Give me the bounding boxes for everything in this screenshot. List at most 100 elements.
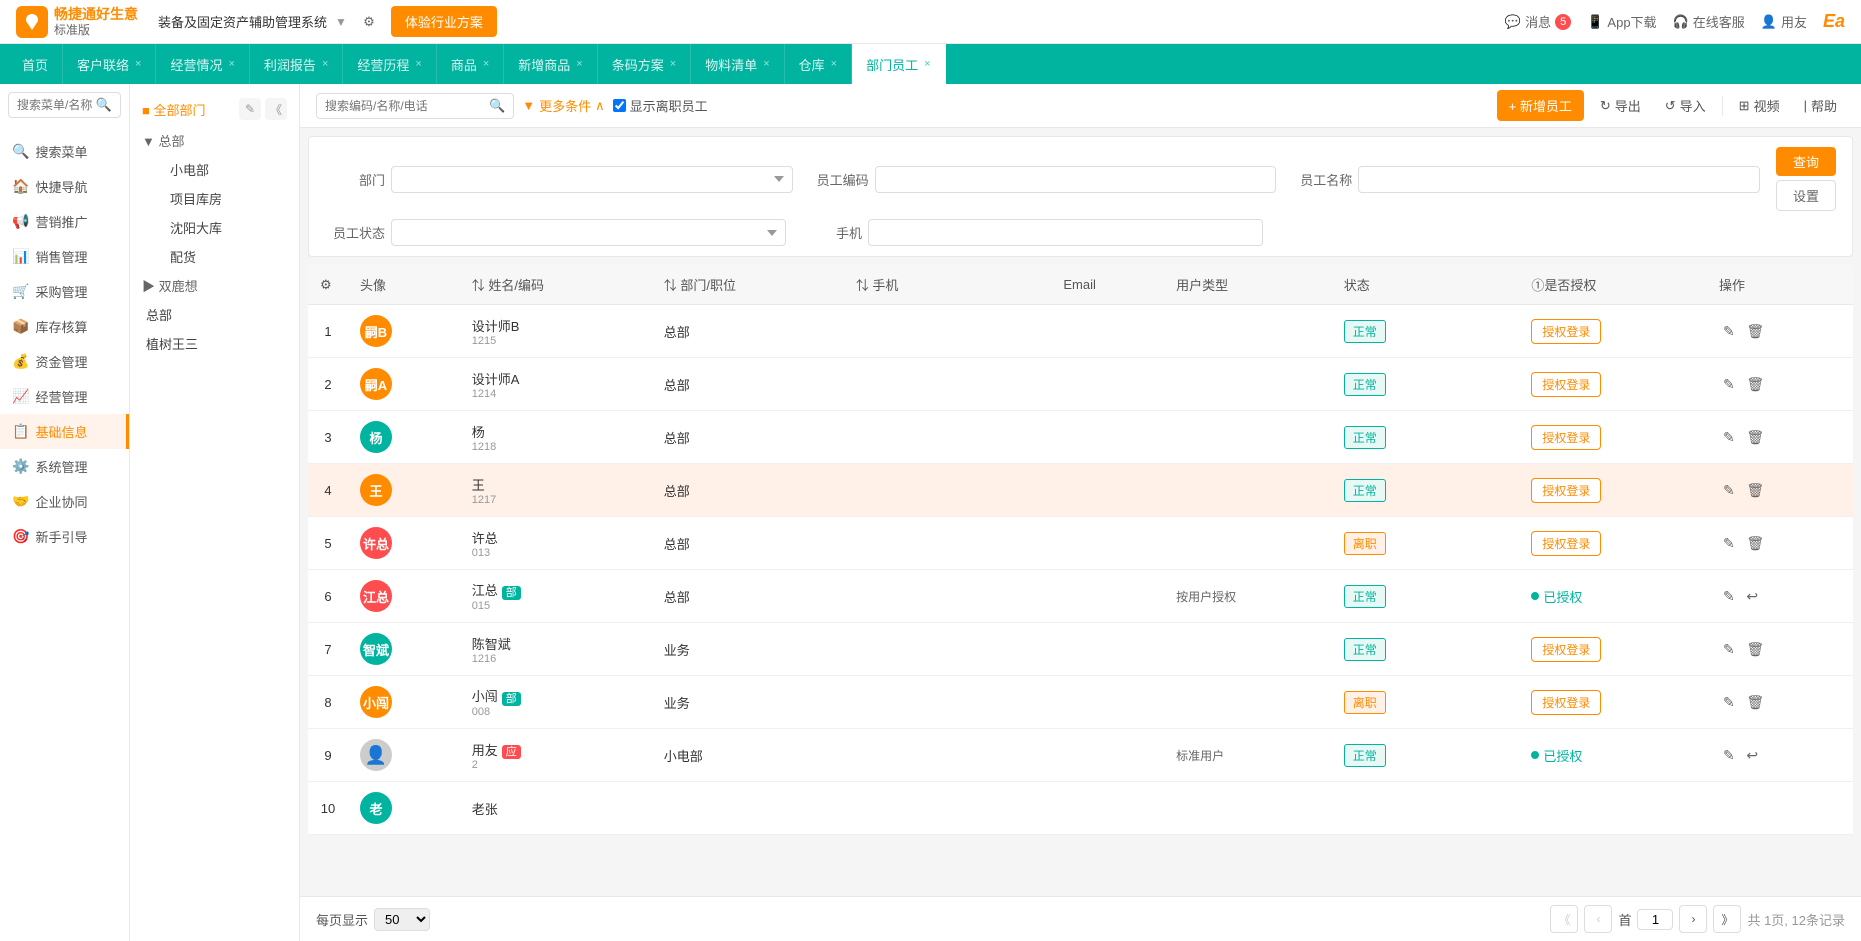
phone-input[interactable] xyxy=(868,219,1263,246)
sidebar-item-operations[interactable]: 📈经营管理 xyxy=(0,379,129,414)
app-download-btn[interactable]: 📱 App下载 xyxy=(1587,12,1656,31)
delete-btn[interactable]: ↩ xyxy=(1742,745,1762,766)
tree-item-zongbu[interactable]: 总部 xyxy=(130,300,299,329)
employee-search-box[interactable]: 🔍 xyxy=(316,93,514,119)
show-resigned-checkbox[interactable]: 显示离职员工 xyxy=(613,96,708,115)
edit-btn[interactable]: ✎ xyxy=(1719,427,1739,448)
nav-tab-barcode[interactable]: 条码方案 × xyxy=(598,44,691,84)
delete-btn[interactable]: ↩ xyxy=(1742,586,1762,607)
auth-login-btn[interactable]: 授权登录 xyxy=(1531,319,1601,344)
sidebar-item-collab[interactable]: 🤝企业协同 xyxy=(0,484,129,519)
show-resigned-input[interactable] xyxy=(613,99,626,112)
tree-item-shenyang[interactable]: 沈阳大库 xyxy=(154,213,299,242)
col-dept[interactable]: ⇅ 部门/职位 xyxy=(652,265,844,305)
sidebar-item-finance[interactable]: 💰资金管理 xyxy=(0,344,129,379)
edit-btn[interactable]: ✎ xyxy=(1719,480,1739,501)
service-icon: 🎧 xyxy=(1673,14,1689,30)
online-service-btn[interactable]: 🎧 在线客服 xyxy=(1673,12,1745,31)
brand-logo: 畅捷通好生意 标准版 xyxy=(16,5,138,39)
tree-collapse-icon[interactable]: 《 xyxy=(265,98,287,120)
prev-page-btn[interactable]: ‹ xyxy=(1584,905,1612,933)
col-name[interactable]: ⇅ 姓名/编码 xyxy=(460,265,652,305)
status-select[interactable] xyxy=(391,219,786,246)
nav-tab-operation[interactable]: 经营情况 × xyxy=(156,44,249,84)
total-info: 共 1页, 12条记录 xyxy=(1747,910,1845,929)
edit-btn[interactable]: ✎ xyxy=(1719,745,1739,766)
messages-btn[interactable]: 💬 消息 5 xyxy=(1505,12,1571,31)
sidebar-search-input[interactable] xyxy=(17,98,92,112)
tree-item-zhishu[interactable]: 植树王三 xyxy=(130,329,299,358)
edit-btn[interactable]: ✎ xyxy=(1719,692,1739,713)
more-conditions-btn[interactable]: ▼ 更多条件 ∧ xyxy=(522,96,604,115)
edit-btn[interactable]: ✎ xyxy=(1719,533,1739,554)
tree-item-xiaodibu[interactable]: 小电部 xyxy=(154,155,299,184)
delete-btn[interactable]: 🗑 xyxy=(1742,480,1768,501)
col-phone[interactable]: ⇅ 手机 xyxy=(844,265,1052,305)
tree-group-shuanglu[interactable]: ▶ 双鹿想 xyxy=(130,271,299,300)
views-btn[interactable]: ⊞ 视频 xyxy=(1731,92,1788,119)
delete-btn[interactable]: 🗑 xyxy=(1742,427,1768,448)
query-btn[interactable]: 查询 xyxy=(1776,147,1836,176)
sidebar-item-guide[interactable]: 🎯新手引导 xyxy=(0,519,129,554)
sidebar-item-system[interactable]: ⚙️系统管理 xyxy=(0,449,129,484)
delete-btn[interactable]: 🗑 xyxy=(1742,692,1768,713)
auth-login-btn[interactable]: 授权登录 xyxy=(1531,690,1601,715)
help-btn[interactable]: | 帮助 xyxy=(1796,92,1845,119)
auth-login-btn[interactable]: 授权登录 xyxy=(1531,531,1601,556)
sidebar-item-marketing[interactable]: 📢营销推广 xyxy=(0,204,129,239)
delete-btn[interactable]: 🗑 xyxy=(1742,533,1768,554)
nav-tab-home[interactable]: 首页 xyxy=(8,44,63,84)
nav-tab-new-goods[interactable]: 新增商品 × xyxy=(504,44,597,84)
import-btn[interactable]: ↺ 导入 xyxy=(1657,92,1714,119)
nav-tab-customer[interactable]: 客户联络 × xyxy=(63,44,156,84)
reset-btn[interactable]: 设置 xyxy=(1776,180,1836,211)
employee-code-input[interactable] xyxy=(875,166,1277,193)
nav-tab-employee[interactable]: 部门员工 × xyxy=(852,44,945,84)
try-industry-btn[interactable]: 体验行业方案 xyxy=(391,6,497,37)
sidebar-search-box[interactable]: 🔍 xyxy=(8,92,121,118)
auth-login-btn[interactable]: 授权登录 xyxy=(1531,478,1601,503)
tree-group-zongbu[interactable]: ▼ 总部 xyxy=(130,126,299,155)
sidebar-item-basic-info[interactable]: 📋基础信息 xyxy=(0,414,129,449)
edit-btn[interactable]: ✎ xyxy=(1719,321,1739,342)
nav-tab-history[interactable]: 经营历程 × xyxy=(343,44,436,84)
header-dropdown-arrow[interactable]: ▼ xyxy=(335,15,347,29)
add-employee-btn[interactable]: + 新增员工 xyxy=(1497,90,1584,121)
auth-login-btn[interactable]: 授权登录 xyxy=(1531,425,1601,450)
nav-tab-warehouse[interactable]: 仓库 × xyxy=(785,44,852,84)
tree-item-xiangmu[interactable]: 项目库房 xyxy=(154,184,299,213)
sidebar-item-sales[interactable]: 📊销售管理 xyxy=(0,239,129,274)
delete-btn[interactable]: 🗑 xyxy=(1742,321,1768,342)
sidebar-item-stock[interactable]: 📦库存核算 xyxy=(0,309,129,344)
status-label: 员工状态 xyxy=(325,223,385,242)
nav-tab-profit[interactable]: 利润报告 × xyxy=(250,44,343,84)
header-gear-btn[interactable]: ⚙ xyxy=(355,8,383,36)
row-email xyxy=(1051,623,1164,676)
sidebar-item-purchase[interactable]: 🛒采购管理 xyxy=(0,274,129,309)
nav-tab-goods[interactable]: 商品 × xyxy=(437,44,504,84)
employee-search-input[interactable] xyxy=(325,99,485,113)
next-page-btn[interactable]: › xyxy=(1679,905,1707,933)
edit-btn[interactable]: ✎ xyxy=(1719,639,1739,660)
sidebar-item-search[interactable]: 🔍搜索菜单 xyxy=(0,134,129,169)
dept-select[interactable] xyxy=(391,166,793,193)
settings-icon[interactable]: ⚙ xyxy=(320,277,332,292)
employee-name-input[interactable] xyxy=(1358,166,1760,193)
sidebar-item-shortcuts[interactable]: 🏠快捷导航 xyxy=(0,169,129,204)
auth-login-btn[interactable]: 授权登录 xyxy=(1531,637,1601,662)
edit-btn[interactable]: ✎ xyxy=(1719,586,1739,607)
tree-item-peihuo[interactable]: 配货 xyxy=(154,242,299,271)
auth-login-btn[interactable]: 授权登录 xyxy=(1531,372,1601,397)
per-page-select[interactable]: 50 100 xyxy=(374,908,430,931)
edit-btn[interactable]: ✎ xyxy=(1719,374,1739,395)
tree-edit-icon[interactable]: ✎ xyxy=(239,98,261,120)
last-page-btn[interactable]: 》 xyxy=(1713,905,1741,933)
page-nav: 《 ‹ 首 › 》 共 1页, 12条记录 xyxy=(1550,905,1845,933)
first-page-btn[interactable]: 《 xyxy=(1550,905,1578,933)
nav-tab-bom[interactable]: 物料清单 × xyxy=(691,44,784,84)
user-avatar-btn[interactable]: 👤 用友 xyxy=(1761,12,1807,31)
page-number-input[interactable] xyxy=(1637,909,1673,930)
delete-btn[interactable]: 🗑 xyxy=(1742,639,1768,660)
export-btn[interactable]: ↻ 导出 xyxy=(1592,92,1649,119)
delete-btn[interactable]: 🗑 xyxy=(1742,374,1768,395)
